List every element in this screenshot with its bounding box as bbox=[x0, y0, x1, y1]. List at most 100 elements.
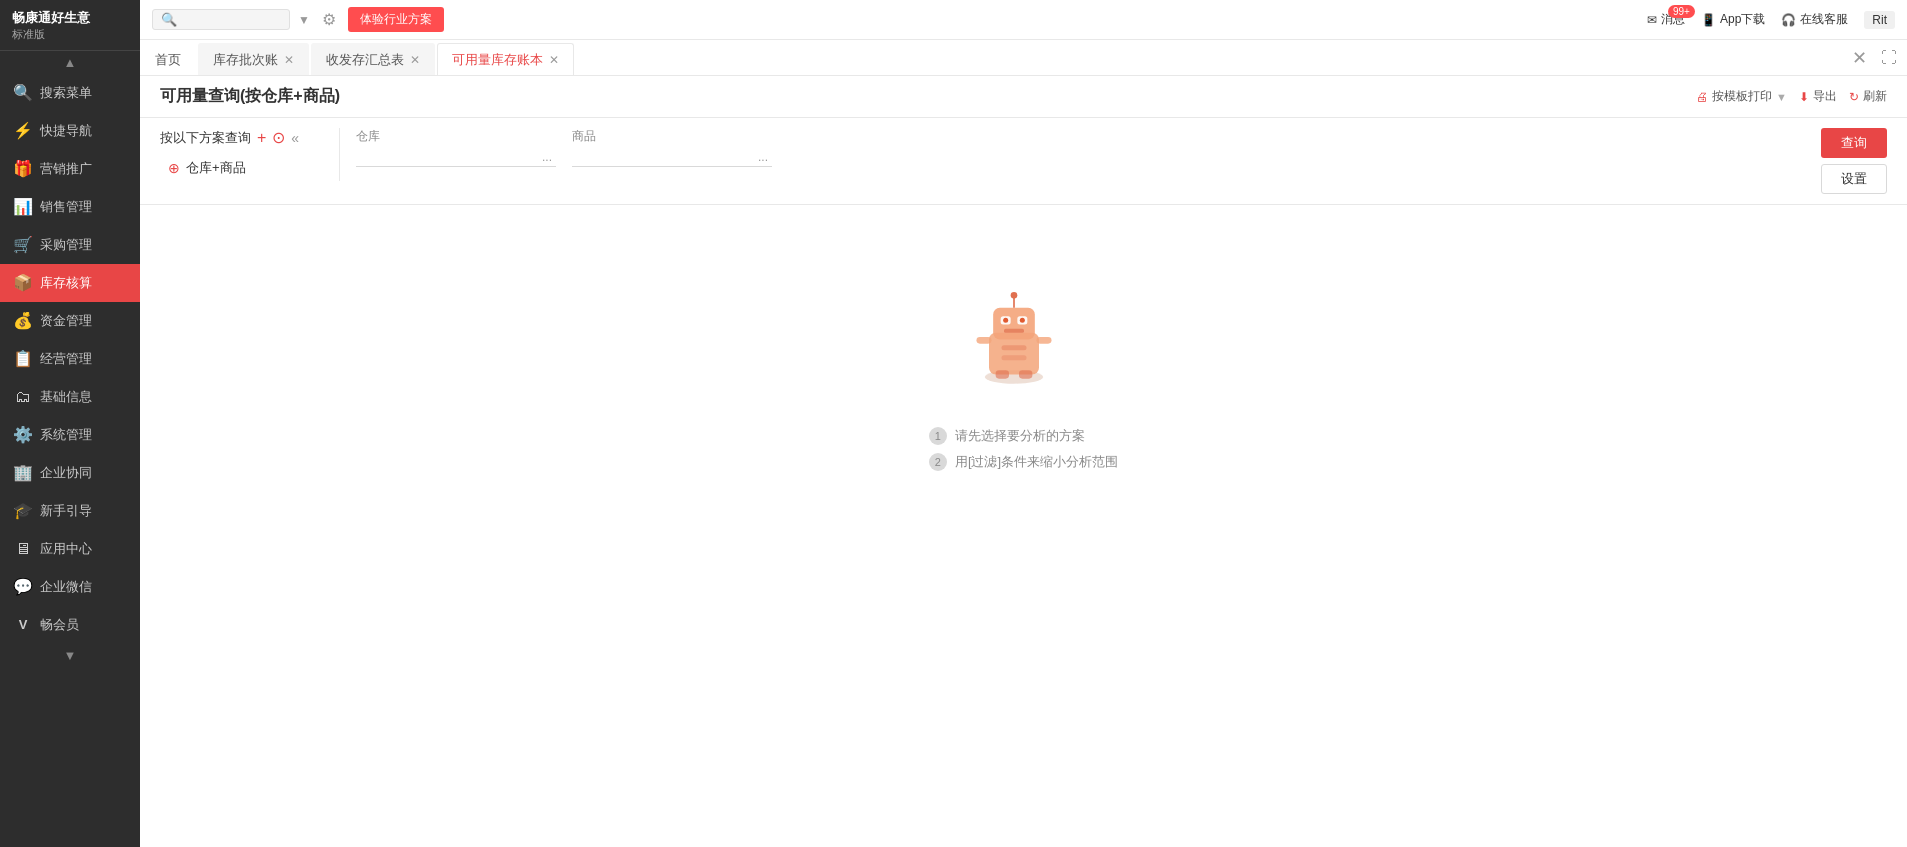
sidebar-item-marketing[interactable]: 🎁 营销推广 bbox=[0, 150, 140, 188]
topbar: 🔍 ▼ ⚙ 体验行业方案 ✉ 消息 99+ 📱 App下载 🎧 在线 bbox=[140, 0, 1907, 40]
sidebar-item-newbie[interactable]: 🎓 新手引导 bbox=[0, 492, 140, 530]
goods-input[interactable]: ... bbox=[572, 147, 772, 167]
enterprise-wechat-icon: 💬 bbox=[14, 578, 32, 596]
sidebar-item-sales[interactable]: 📊 销售管理 bbox=[0, 188, 140, 226]
sidebar-item-enterprise-wechat[interactable]: 💬 企业微信 bbox=[0, 568, 140, 606]
close-all-tabs-btn[interactable]: ✕ bbox=[1852, 47, 1867, 69]
sidebar-item-members[interactable]: V 畅会员 bbox=[0, 606, 140, 644]
filter-scheme-panel: 按以下方案查询 + ⊙ « ⊕ 仓库+商品 bbox=[160, 128, 340, 181]
username: Rit bbox=[1872, 13, 1887, 27]
filter-field-goods: 商品 ... bbox=[572, 128, 772, 167]
operations-icon: 📋 bbox=[14, 350, 32, 368]
print-btn[interactable]: 🖨 按模板打印 ▼ bbox=[1696, 88, 1787, 105]
scheme-item-warehouse-goods[interactable]: ⊕ 仓库+商品 bbox=[160, 155, 327, 181]
export-btn[interactable]: ⬇ 导出 bbox=[1799, 88, 1837, 105]
goods-more-btn[interactable]: ... bbox=[758, 150, 768, 164]
tab-batch-account-close[interactable]: ✕ bbox=[284, 54, 294, 66]
sidebar-label-operations: 经营管理 bbox=[40, 350, 92, 368]
sidebar-item-inventory[interactable]: 📦 库存核算 bbox=[0, 264, 140, 302]
page-header: 可用量查询(按仓库+商品) 🖨 按模板打印 ▼ ⬇ 导出 ↻ 刷新 bbox=[140, 76, 1907, 118]
tab-receive-summary[interactable]: 收发存汇总表 ✕ bbox=[311, 43, 435, 75]
app-subtitle: 标准版 bbox=[12, 27, 128, 42]
empty-state: 1 请先选择要分析的方案 2 用[过滤]条件来缩小分析范围 bbox=[140, 207, 1907, 551]
tab-available-ledger-close[interactable]: ✕ bbox=[549, 54, 559, 66]
sales-icon: 📊 bbox=[14, 198, 32, 216]
svg-rect-14 bbox=[995, 370, 1008, 378]
warehouse-more-btn[interactable]: ... bbox=[542, 150, 552, 164]
tab-receive-summary-close[interactable]: ✕ bbox=[410, 54, 420, 66]
sidebar-label-enterprise: 企业协同 bbox=[40, 464, 92, 482]
message-btn[interactable]: ✉ 消息 99+ bbox=[1647, 11, 1685, 28]
scroll-down-btn[interactable]: ▼ bbox=[0, 644, 140, 667]
sidebar-item-shortcut[interactable]: ⚡ 快捷导航 bbox=[0, 112, 140, 150]
tab-home[interactable]: 首页 bbox=[140, 43, 196, 75]
filter-field-warehouse: 仓库 ... bbox=[356, 128, 556, 167]
online-service-btn[interactable]: 🎧 在线客服 bbox=[1781, 11, 1848, 28]
app-download-label: App下载 bbox=[1720, 11, 1765, 28]
sidebar-item-app-center[interactable]: 🖥 应用中心 bbox=[0, 530, 140, 568]
sidebar-label-inventory: 库存核算 bbox=[40, 274, 92, 292]
print-dropdown-icon[interactable]: ▼ bbox=[1776, 91, 1787, 103]
app-download-btn[interactable]: 📱 App下载 bbox=[1701, 11, 1765, 28]
tabs-bar: 首页 库存批次账 ✕ 收发存汇总表 ✕ 可用量库存账本 ✕ ✕ ⛶ bbox=[140, 40, 1907, 76]
app-center-icon: 🖥 bbox=[14, 540, 32, 558]
sidebar-label-enterprise-wechat: 企业微信 bbox=[40, 578, 92, 596]
filter-scheme-title: 按以下方案查询 bbox=[160, 129, 251, 147]
refresh-label: 刷新 bbox=[1863, 88, 1887, 105]
main-content: 🔍 ▼ ⚙ 体验行业方案 ✉ 消息 99+ 📱 App下载 🎧 在线 bbox=[140, 0, 1907, 847]
sidebar-item-enterprise[interactable]: 🏢 企业协同 bbox=[0, 454, 140, 492]
print-icon: 🖨 bbox=[1696, 90, 1708, 104]
sidebar-item-finance[interactable]: 💰 资金管理 bbox=[0, 302, 140, 340]
sidebar-logo: 畅康通好生意 标准版 bbox=[0, 0, 140, 51]
user-menu[interactable]: Rit bbox=[1864, 11, 1895, 29]
gear-icon[interactable]: ⚙ bbox=[322, 10, 336, 29]
expand-btn[interactable]: ⛶ bbox=[1881, 49, 1897, 67]
print-label: 按模板打印 bbox=[1712, 88, 1772, 105]
dropdown-btn[interactable]: ▼ bbox=[298, 13, 310, 27]
sidebar-item-system[interactable]: ⚙️ 系统管理 bbox=[0, 416, 140, 454]
trial-btn[interactable]: 体验行业方案 bbox=[348, 7, 444, 32]
goods-text-input[interactable] bbox=[576, 149, 754, 164]
tab-available-ledger-label: 可用量库存账本 bbox=[452, 51, 543, 69]
hint-num-2: 2 bbox=[929, 453, 947, 471]
settings-button[interactable]: 设置 bbox=[1821, 164, 1887, 194]
hint-num-1: 1 bbox=[929, 427, 947, 445]
sidebar-item-purchase[interactable]: 🛒 采购管理 bbox=[0, 226, 140, 264]
query-button[interactable]: 查询 bbox=[1821, 128, 1887, 158]
search-icon-topbar: 🔍 bbox=[161, 12, 177, 27]
sidebar-item-operations[interactable]: 📋 经营管理 bbox=[0, 340, 140, 378]
sidebar-label-system: 系统管理 bbox=[40, 426, 92, 444]
refresh-icon: ↻ bbox=[1849, 90, 1859, 104]
svg-rect-15 bbox=[1019, 370, 1032, 378]
page-title: 可用量查询(按仓库+商品) bbox=[160, 86, 340, 107]
scroll-up-btn[interactable]: ▲ bbox=[0, 51, 140, 74]
sidebar-label-marketing: 营销推广 bbox=[40, 160, 92, 178]
tab-available-ledger[interactable]: 可用量库存账本 ✕ bbox=[437, 43, 574, 75]
tab-batch-account-label: 库存批次账 bbox=[213, 51, 278, 69]
marketing-icon: 🎁 bbox=[14, 160, 32, 178]
tab-home-label: 首页 bbox=[155, 51, 181, 69]
sidebar-item-base-info[interactable]: 🗂 基础信息 bbox=[0, 378, 140, 416]
sidebar-item-search[interactable]: 🔍 搜索菜单 bbox=[0, 74, 140, 112]
scheme-icon: ⊕ bbox=[168, 160, 180, 176]
headset-icon: 🎧 bbox=[1781, 13, 1796, 27]
warehouse-input[interactable]: ... bbox=[356, 147, 556, 167]
hint-text-2: 用[过滤]条件来缩小分析范围 bbox=[955, 453, 1118, 471]
filter-scheme-header: 按以下方案查询 + ⊙ « bbox=[160, 128, 327, 147]
scheme-collapse-btn[interactable]: « bbox=[291, 130, 299, 146]
scheme-settings-btn[interactable]: ⊙ bbox=[272, 128, 285, 147]
search-box[interactable]: 🔍 bbox=[152, 9, 290, 30]
hint-text-1: 请先选择要分析的方案 bbox=[955, 427, 1085, 445]
add-scheme-btn[interactable]: + bbox=[257, 129, 266, 147]
goods-field-label: 商品 bbox=[572, 128, 772, 145]
system-icon: ⚙️ bbox=[14, 426, 32, 444]
hint-item-2: 2 用[过滤]条件来缩小分析范围 bbox=[929, 453, 1118, 471]
search-input[interactable] bbox=[181, 13, 281, 27]
search-icon: 🔍 bbox=[14, 84, 32, 102]
refresh-btn[interactable]: ↻ 刷新 bbox=[1849, 88, 1887, 105]
warehouse-text-input[interactable] bbox=[360, 149, 538, 164]
sidebar-label-app-center: 应用中心 bbox=[40, 540, 92, 558]
sidebar-label-finance: 资金管理 bbox=[40, 312, 92, 330]
empty-hints: 1 请先选择要分析的方案 2 用[过滤]条件来缩小分析范围 bbox=[929, 427, 1118, 471]
tab-batch-account[interactable]: 库存批次账 ✕ bbox=[198, 43, 309, 75]
